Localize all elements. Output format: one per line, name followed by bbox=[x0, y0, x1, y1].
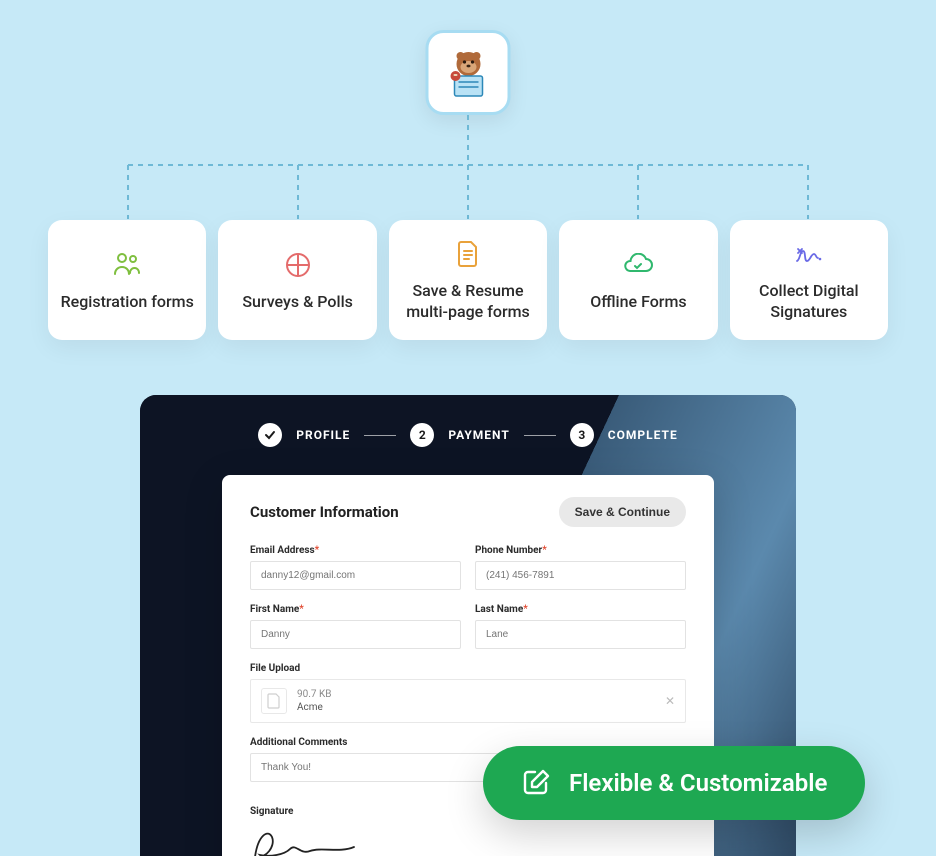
connector-lines bbox=[0, 115, 936, 225]
phone-field[interactable] bbox=[475, 561, 686, 590]
step-complete-dot[interactable]: 3 bbox=[570, 423, 594, 447]
step-payment-label: PAYMENT bbox=[448, 428, 509, 442]
feature-label: Surveys & Polls bbox=[242, 292, 353, 313]
step-payment-dot[interactable]: 2 bbox=[410, 423, 434, 447]
bear-mascot-icon bbox=[441, 46, 495, 100]
step-profile-label: PROFILE bbox=[296, 428, 350, 442]
save-continue-button[interactable]: Save & Continue bbox=[559, 497, 686, 527]
feature-card-registration[interactable]: Registration forms bbox=[48, 220, 206, 340]
brand-logo-badge bbox=[426, 30, 511, 115]
last-name-label: Last Name* bbox=[475, 604, 686, 615]
step-complete-label: COMPLETE bbox=[608, 428, 678, 442]
signature-drawing[interactable] bbox=[250, 825, 360, 856]
signature-icon bbox=[794, 243, 824, 265]
form-stepper: PROFILE 2 PAYMENT 3 COMPLETE bbox=[140, 423, 796, 447]
file-icon bbox=[261, 688, 287, 714]
feature-card-row: Registration forms Surveys & Polls Save … bbox=[48, 220, 888, 340]
edit-square-icon bbox=[521, 768, 551, 798]
file-upload-box[interactable]: 90.7 KB Acme ✕ bbox=[250, 679, 686, 723]
users-icon bbox=[113, 252, 141, 278]
feature-label: Offline Forms bbox=[590, 292, 686, 313]
email-field[interactable] bbox=[250, 561, 461, 590]
file-remove-icon[interactable]: ✕ bbox=[665, 694, 675, 708]
first-name-field[interactable] bbox=[250, 620, 461, 649]
pie-chart-icon bbox=[285, 252, 311, 278]
feature-label: Registration forms bbox=[61, 292, 194, 313]
feature-card-save-resume[interactable]: Save & Resume multi-page forms bbox=[389, 220, 547, 340]
step-profile-dot[interactable] bbox=[258, 423, 282, 447]
feature-card-surveys[interactable]: Surveys & Polls bbox=[218, 220, 376, 340]
file-upload-label: File Upload bbox=[250, 663, 686, 674]
phone-label: Phone Number* bbox=[475, 545, 686, 556]
flexible-customizable-pill[interactable]: Flexible & Customizable bbox=[483, 746, 865, 820]
feature-card-offline[interactable]: Offline Forms bbox=[559, 220, 717, 340]
file-size: 90.7 KB bbox=[297, 688, 331, 701]
check-icon bbox=[264, 429, 276, 441]
last-name-field[interactable] bbox=[475, 620, 686, 649]
pill-label: Flexible & Customizable bbox=[569, 769, 827, 797]
form-title: Customer Information bbox=[250, 503, 399, 521]
feature-label: Save & Resume multi-page forms bbox=[401, 281, 535, 323]
feature-label: Collect Digital Signatures bbox=[742, 281, 876, 323]
feature-card-signatures[interactable]: Collect Digital Signatures bbox=[730, 220, 888, 340]
email-label: Email Address* bbox=[250, 545, 461, 556]
first-name-label: First Name* bbox=[250, 604, 461, 615]
cloud-icon bbox=[622, 253, 654, 277]
file-name: Acme bbox=[297, 701, 331, 714]
document-icon bbox=[456, 240, 480, 268]
